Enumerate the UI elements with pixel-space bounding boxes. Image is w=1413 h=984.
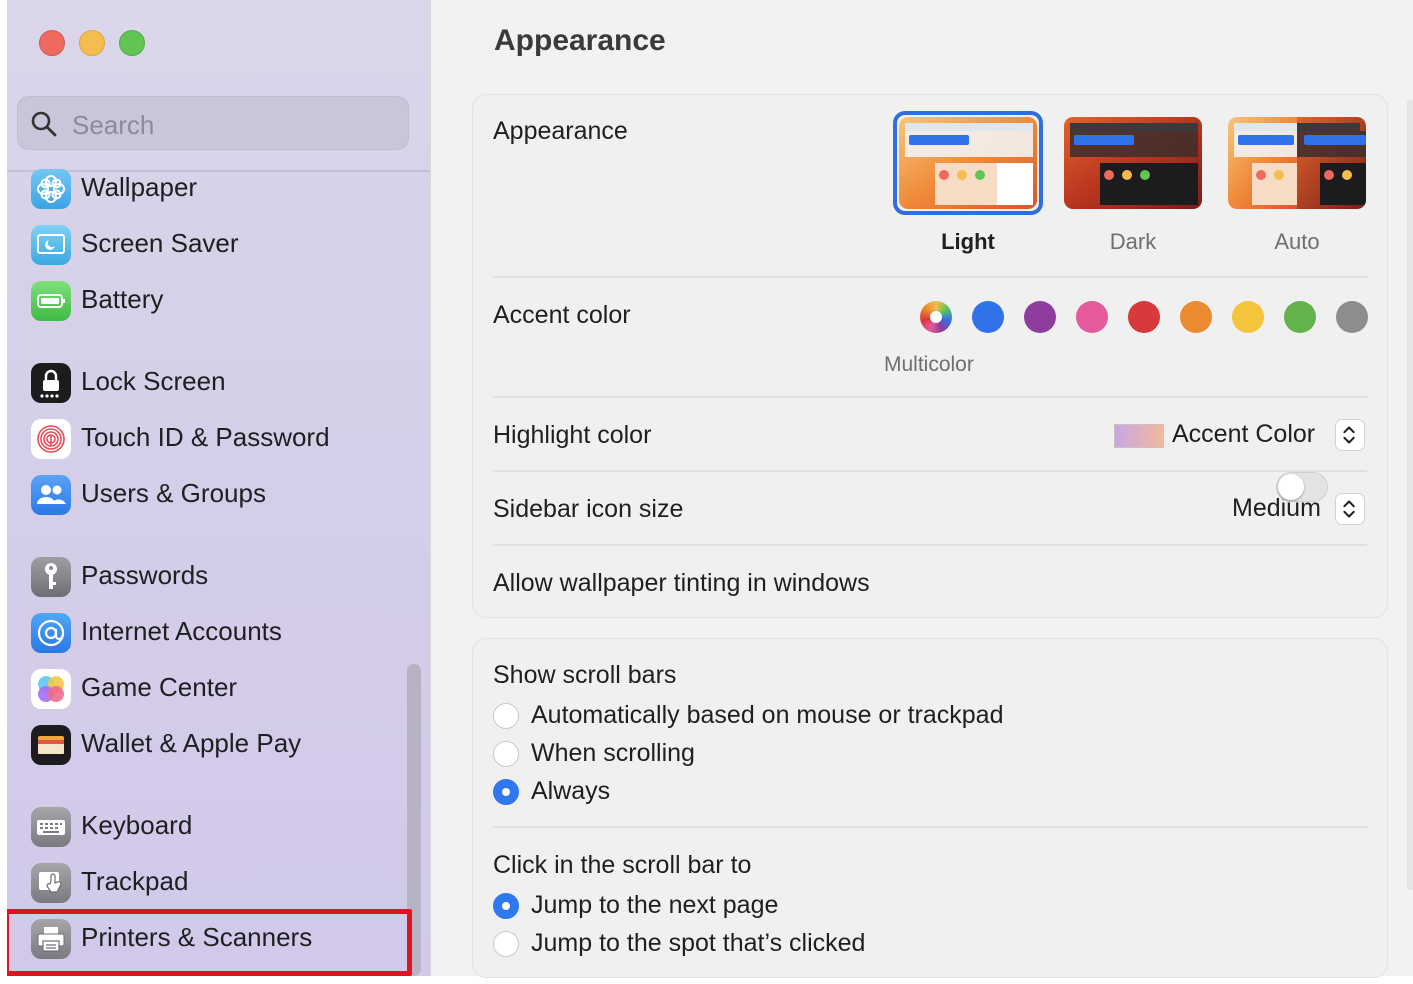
radio-jump-next-page[interactable]	[493, 893, 519, 919]
keyboard-icon	[31, 807, 71, 847]
sidebar-item-label: Internet Accounts	[81, 616, 282, 646]
search-placeholder: Search	[72, 110, 155, 140]
accent-swatch-yellow[interactable]	[1232, 301, 1264, 333]
highlight-color-preview	[1114, 424, 1164, 448]
accent-swatch-pink[interactable]	[1076, 301, 1108, 333]
radio-jump-next-page-label: Jump to the next page	[531, 891, 779, 919]
radio-scroll-automatic[interactable]	[493, 703, 519, 729]
accent-swatch-red[interactable]	[1128, 301, 1160, 333]
sidebar-item-users-groups[interactable]: Users & Groups	[31, 473, 411, 517]
minimize-window-button[interactable]	[79, 30, 105, 56]
sidebar-item-label: Game Center	[81, 672, 238, 702]
radio-jump-to-spot-label: Jump to the spot that’s clicked	[531, 929, 866, 957]
appearance-option-auto[interactable]	[1228, 117, 1366, 209]
radio-scroll-when-scrolling-label: When scrolling	[531, 739, 695, 767]
wallpaper-icon	[31, 169, 71, 209]
radio-scroll-when-scrolling[interactable]	[493, 741, 519, 767]
accent-swatch-multicolor[interactable]	[920, 301, 952, 333]
page-title: Appearance	[494, 24, 666, 57]
scroll-bars-panel: Show scroll bars Automatically based on …	[472, 638, 1388, 978]
highlight-color-popup-button[interactable]	[1335, 419, 1365, 451]
wallpaper-tinting-toggle[interactable]	[1276, 472, 1328, 502]
appearance-option-auto-label: Auto	[1274, 229, 1320, 254]
sidebar-item-label: Keyboard	[81, 810, 193, 840]
radio-scroll-always-label: Always	[531, 777, 611, 805]
row-divider	[493, 826, 1367, 828]
accent-swatch-purple[interactable]	[1024, 301, 1056, 333]
zoom-window-button[interactable]	[119, 30, 145, 56]
highlight-color-value[interactable]: Accent Color	[1172, 420, 1315, 449]
click-scroll-bar-label: Click in the scroll bar to	[493, 851, 752, 879]
main-scrollbar-track[interactable]	[1407, 100, 1413, 890]
row-divider	[493, 276, 1367, 278]
trackpad-icon	[31, 863, 71, 903]
appearance-label: Appearance	[493, 117, 628, 145]
sidebar-item-label: Wallpaper	[81, 172, 198, 202]
sidebar-item-label: Passwords	[81, 560, 209, 590]
screen-saver-icon	[31, 225, 71, 265]
sidebar-item-touch-id[interactable]: Touch ID & Password	[31, 417, 411, 461]
search-icon	[31, 111, 57, 137]
game-center-icon	[31, 669, 71, 709]
accent-swatch-graphite[interactable]	[1336, 301, 1368, 333]
row-divider	[493, 396, 1367, 398]
sidebar-item-battery[interactable]: Battery	[31, 279, 411, 323]
chevron-up-down-icon	[1343, 426, 1355, 444]
radio-scroll-automatic-label: Automatically based on mouse or trackpad	[531, 701, 1004, 729]
sidebar-item-wallet[interactable]: Wallet & Apple Pay	[31, 723, 411, 767]
sidebar-item-lock-screen[interactable]: Lock Screen	[31, 361, 411, 405]
sidebar-item-label: Users & Groups	[81, 478, 266, 508]
appearance-panel: Appearance Light Dark Auto Accent color …	[472, 94, 1388, 618]
main-content: Appearance Appearance Light Dark Auto Ac…	[430, 0, 1413, 978]
sidebar-item-label: Lock Screen	[81, 366, 226, 396]
appearance-option-dark[interactable]	[1064, 117, 1202, 209]
search-field[interactable]: Search	[17, 96, 409, 150]
at-sign-icon	[31, 613, 71, 653]
sidebar-item-keyboard[interactable]: Keyboard	[31, 805, 411, 849]
accent-color-caption: Multicolor	[884, 353, 974, 376]
sidebar-item-wallpaper[interactable]: Wallpaper	[31, 167, 411, 211]
chevron-up-down-icon	[1343, 500, 1355, 518]
fingerprint-icon	[31, 419, 71, 459]
sidebar-item-passwords[interactable]: Passwords	[31, 555, 411, 599]
users-icon	[31, 475, 71, 515]
battery-icon	[31, 281, 71, 321]
appearance-option-dark-label: Dark	[1109, 229, 1157, 254]
accent-swatch-green[interactable]	[1284, 301, 1316, 333]
radio-scroll-always[interactable]	[493, 779, 519, 805]
row-divider	[493, 470, 1367, 472]
highlight-color-label: Highlight color	[493, 421, 652, 449]
show-scroll-bars-label: Show scroll bars	[493, 661, 677, 689]
appearance-option-light-label: Light	[941, 229, 995, 254]
key-icon	[31, 557, 71, 597]
sidebar: Search Wallpaper Screen Saver Battery Lo…	[7, 0, 430, 976]
row-divider	[493, 544, 1367, 546]
sidebar-item-trackpad[interactable]: Trackpad	[31, 861, 411, 905]
accent-color-label: Accent color	[493, 301, 631, 329]
sidebar-item-screen-saver[interactable]: Screen Saver	[31, 223, 411, 267]
close-window-button[interactable]	[39, 30, 65, 56]
sidebar-item-label: Screen Saver	[81, 228, 239, 258]
sidebar-icon-size-label: Sidebar icon size	[493, 495, 684, 523]
sidebar-item-label: Trackpad	[81, 866, 189, 896]
wallet-icon	[31, 725, 71, 765]
sidebar-item-game-center[interactable]: Game Center	[31, 667, 411, 711]
accent-swatch-blue[interactable]	[972, 301, 1004, 333]
accent-swatch-orange[interactable]	[1180, 301, 1212, 333]
sidebar-item-label: Touch ID & Password	[81, 422, 330, 452]
sidebar-icon-size-popup-button[interactable]	[1335, 493, 1365, 525]
highlight-annotation-box	[7, 909, 412, 976]
lock-screen-icon	[31, 363, 71, 403]
toggle-knob	[1278, 474, 1304, 500]
appearance-option-light[interactable]	[899, 117, 1037, 209]
wallpaper-tinting-label: Allow wallpaper tinting in windows	[493, 569, 870, 597]
sidebar-item-label: Battery	[81, 284, 164, 314]
radio-jump-to-spot[interactable]	[493, 931, 519, 957]
sidebar-item-label: Wallet & Apple Pay	[81, 728, 302, 758]
sidebar-item-internet-accounts[interactable]: Internet Accounts	[31, 611, 411, 655]
